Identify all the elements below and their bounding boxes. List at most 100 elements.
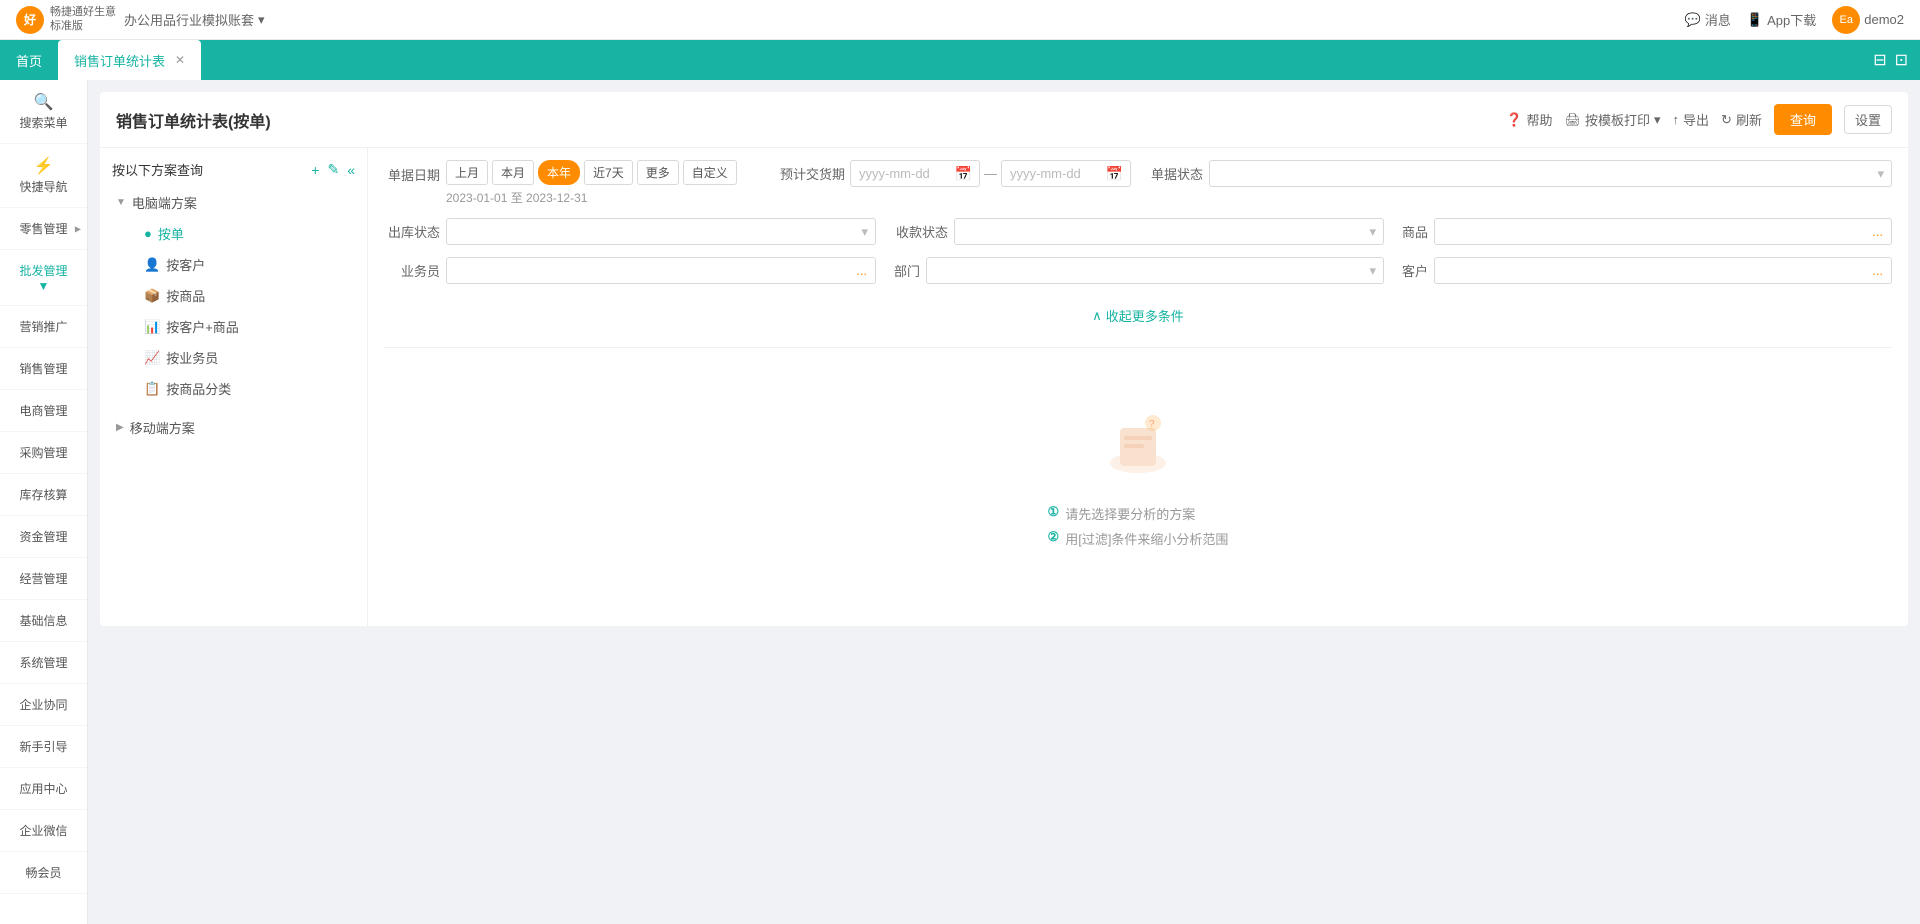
payment-status-select[interactable] — [954, 218, 1384, 245]
sidebar-item-wholesale[interactable]: 批发管理 — [0, 250, 87, 306]
by-customer-icon: 👤 — [144, 257, 160, 273]
sidebar-item-marketing[interactable]: 营销推广 — [0, 306, 87, 348]
tree-mobile-section[interactable]: ▶ 移动端方案 — [100, 412, 367, 443]
sidebar-item-search-menu[interactable]: 🔍 搜索菜单 — [0, 80, 87, 144]
tab-home[interactable]: 首页 — [0, 40, 58, 80]
tree-expand-icon: ▼ — [116, 197, 126, 208]
user-area[interactable]: Ea demo2 — [1832, 6, 1904, 34]
tree-item-by-product[interactable]: 📦 按商品 — [112, 280, 367, 311]
shipment-status-group: 出库状态 ▾ — [384, 218, 876, 245]
page-area: 销售订单统计表(按单) ❓ 帮助 🖨 按模板打印 ▾ ↑ — [88, 80, 1920, 924]
sidebar-item-app-center[interactable]: 应用中心 — [0, 768, 87, 810]
product-label: 商品 — [1400, 222, 1428, 241]
search-button[interactable]: 查询 — [1774, 104, 1832, 135]
shipment-status-select-wrapper: ▾ — [446, 218, 876, 245]
sidebar-item-label-operations: 经营管理 — [0, 570, 87, 587]
refresh-button[interactable]: ↻ 刷新 — [1721, 110, 1762, 129]
by-cust-prod-icon: 📊 — [144, 319, 160, 335]
help-button[interactable]: ❓ 帮助 — [1506, 110, 1552, 129]
department-select[interactable] — [926, 257, 1384, 284]
sidebar-item-quick-nav[interactable]: ⚡ 快捷导航 — [0, 144, 87, 208]
print-icon: 🖨 — [1564, 112, 1581, 128]
expected-date-end-wrapper: 📅 — [1001, 160, 1131, 187]
panel-header: 按以下方案查询 + ✎ « — [100, 160, 367, 187]
tree-mobile-label: 移动端方案 — [130, 418, 195, 437]
department-label: 部门 — [892, 261, 920, 280]
tree-children: ● 按单 👤 按客户 📦 按商品 — [100, 218, 367, 404]
collapse-more-btn[interactable]: ∧ 收起更多条件 — [384, 296, 1892, 335]
sidebar-item-enterprise-wechat[interactable]: 企业微信 — [0, 810, 87, 852]
add-scheme-icon[interactable]: + — [311, 162, 319, 178]
quick-nav-icon: ⚡ — [0, 156, 87, 176]
custom-btn[interactable]: 自定义 — [683, 160, 737, 185]
app-download-action[interactable]: 📱 App下载 — [1747, 10, 1816, 29]
tree-item-by-product-category[interactable]: 📋 按商品分类 — [112, 373, 367, 404]
sidebar-item-ecommerce[interactable]: 电商管理 — [0, 390, 87, 432]
by-order-icon: ● — [144, 226, 152, 241]
product-ellipsis[interactable]: ... — [1872, 224, 1883, 239]
payment-status-label: 收款状态 — [892, 222, 948, 241]
tree-pc-section[interactable]: ▼ 电脑端方案 — [100, 187, 367, 218]
customer-input[interactable]: ... — [1434, 257, 1892, 284]
export-button[interactable]: ↑ 导出 — [1673, 110, 1710, 129]
date-buttons: 上月 本月 本年 近7天 更多 自定义 — [446, 160, 737, 185]
tree-item-by-customer-product[interactable]: 📊 按客户+商品 — [112, 311, 367, 342]
tree-item-by-customer-label: 按客户 — [166, 255, 205, 274]
sidebar-item-system[interactable]: 系统管理 — [0, 642, 87, 684]
sidebar-item-label-wechat: 企业微信 — [0, 822, 87, 839]
shipment-status-select[interactable] — [446, 218, 876, 245]
filter-section: 单据日期 上月 本月 本年 近7天 更多 自定义 — [384, 160, 1892, 348]
filter-row-2: 出库状态 ▾ 收款状态 — [384, 218, 1892, 245]
export-icon: ↑ — [1673, 112, 1680, 127]
tree-item-by-salesperson[interactable]: 📈 按业务员 — [112, 342, 367, 373]
edit-scheme-icon[interactable]: ✎ — [327, 161, 339, 178]
prev-month-btn[interactable]: 上月 — [446, 160, 488, 185]
doc-status-select[interactable] — [1209, 160, 1892, 187]
message-action[interactable]: 💬 消息 — [1685, 10, 1731, 29]
calendar-end-icon: 📅 — [1106, 165, 1123, 182]
settings-button[interactable]: 设置 — [1844, 105, 1892, 134]
sidebar-item-tutorial[interactable]: 新手引导 — [0, 726, 87, 768]
empty-tip-2: ② 用[过滤]条件来缩小分析范围 — [1048, 529, 1229, 548]
tab-maximize-icon[interactable]: ⊡ — [1895, 50, 1908, 70]
sidebar: 🔍 搜索菜单 ⚡ 快捷导航 零售管理 批发管理 营销推广 销售管理 电商管理 采… — [0, 80, 88, 924]
last-7-days-btn[interactable]: 近7天 — [584, 160, 633, 185]
tab-sales-order-stats[interactable]: 销售订单统计表 ✕ — [58, 40, 201, 80]
svg-text:?: ? — [1149, 419, 1155, 430]
sidebar-item-basic-info[interactable]: 基础信息 — [0, 600, 87, 642]
tree-item-by-product-label: 按商品 — [166, 286, 205, 305]
filter-row-3: 业务员 ... 部门 — [384, 257, 1892, 284]
sidebar-item-inventory[interactable]: 库存核算 — [0, 474, 87, 516]
sidebar-item-label-ecommerce: 电商管理 — [0, 402, 87, 419]
product-input[interactable]: ... — [1434, 218, 1892, 245]
customer-ellipsis[interactable]: ... — [1872, 263, 1883, 278]
shipment-status-label: 出库状态 — [384, 222, 440, 241]
collapse-panel-icon[interactable]: « — [347, 162, 355, 178]
tree-item-by-cust-prod-label: 按客户+商品 — [166, 317, 239, 336]
empty-tips: ① 请先选择要分析的方案 ② 用[过滤]条件来缩小分析范围 — [1048, 504, 1229, 554]
message-label: 消息 — [1705, 10, 1731, 29]
sidebar-item-purchase[interactable]: 采购管理 — [0, 432, 87, 474]
sidebar-item-retail[interactable]: 零售管理 — [0, 208, 87, 250]
collapse-icon: ∧ — [1092, 308, 1102, 324]
this-month-btn[interactable]: 本月 — [492, 160, 534, 185]
sidebar-item-enterprise[interactable]: 企业协同 — [0, 684, 87, 726]
tree-item-by-order[interactable]: ● 按单 — [112, 218, 367, 249]
by-product-icon: 📦 — [144, 288, 160, 304]
sidebar-item-member[interactable]: 畅会员 — [0, 852, 87, 894]
tree-item-by-category-label: 按商品分类 — [166, 379, 231, 398]
sidebar-item-finance[interactable]: 资金管理 — [0, 516, 87, 558]
tab-minimize-icon[interactable]: ⊟ — [1873, 50, 1886, 70]
salesperson-ellipsis[interactable]: ... — [856, 263, 867, 278]
this-year-btn[interactable]: 本年 — [538, 160, 580, 185]
export-label: 导出 — [1683, 110, 1709, 129]
sidebar-item-operations[interactable]: 经营管理 — [0, 558, 87, 600]
print-button[interactable]: 🖨 按模板打印 ▾ — [1564, 110, 1660, 129]
tab-close-icon[interactable]: ✕ — [175, 53, 185, 67]
sidebar-item-sales[interactable]: 销售管理 — [0, 348, 87, 390]
tree-item-by-customer[interactable]: 👤 按客户 — [112, 249, 367, 280]
sidebar-item-label-purchase: 采购管理 — [0, 444, 87, 461]
more-btn[interactable]: 更多 — [637, 160, 679, 185]
salesperson-input[interactable]: ... — [446, 257, 876, 284]
help-label: 帮助 — [1526, 110, 1552, 129]
